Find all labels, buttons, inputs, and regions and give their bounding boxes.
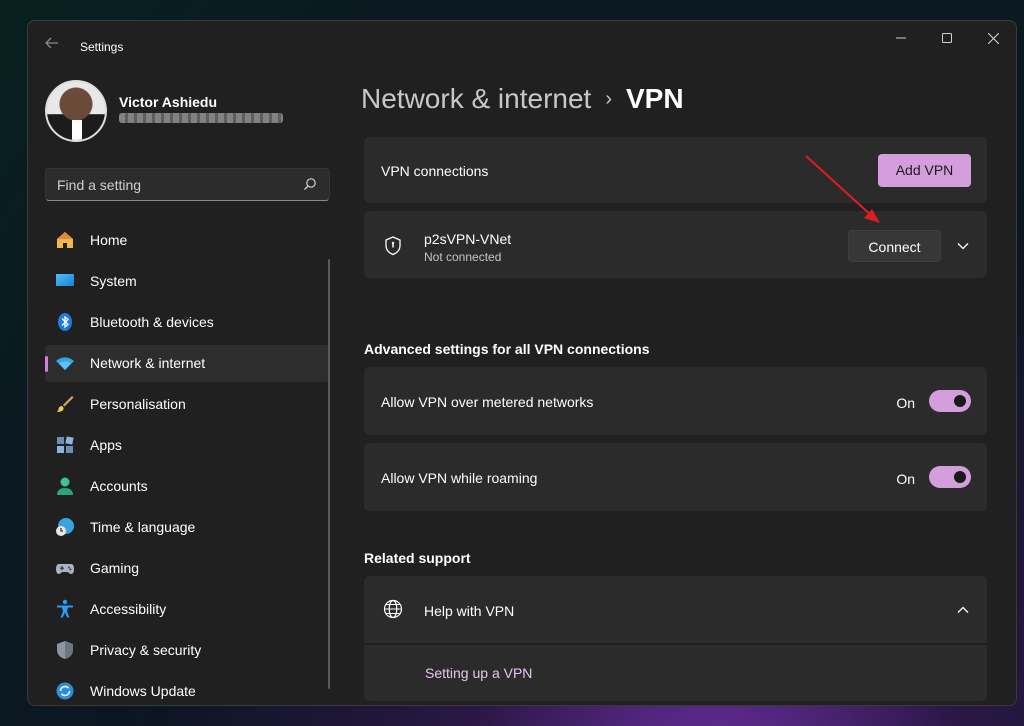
profile-email-redacted (119, 113, 283, 123)
search-icon (304, 178, 316, 190)
sidebar-item-label: Personalisation (90, 396, 186, 412)
sidebar-item-label: Accessibility (90, 601, 167, 617)
sidebar-item-label: Windows Update (90, 683, 196, 699)
sidebar-item-label: Home (90, 232, 128, 248)
breadcrumb: Network & internet › VPN (361, 83, 684, 115)
gamepad-icon (56, 564, 74, 574)
sidebar-nav: Home System Bluetooth & devices Network … (45, 222, 330, 705)
breadcrumb-parent[interactable]: Network & internet (361, 83, 591, 114)
page-title: VPN (626, 83, 684, 114)
globe-icon (383, 599, 403, 619)
sidebar-item-label: System (90, 273, 137, 289)
connect-button[interactable]: Connect (848, 230, 941, 262)
help-with-vpn-card: Help with VPN Setting up a VPN (364, 576, 987, 701)
sidebar-item-apps[interactable]: Apps (45, 427, 330, 464)
brush-icon (57, 396, 74, 412)
person-icon (57, 477, 73, 495)
sidebar-item-personalisation[interactable]: Personalisation (45, 386, 330, 423)
profile-name: Victor Ashiedu (119, 94, 218, 110)
sidebar-item-network[interactable]: Network & internet (45, 345, 330, 382)
roaming-setting: Allow VPN while roaming On (364, 443, 987, 511)
minimize-icon (896, 37, 906, 39)
close-button[interactable] (970, 21, 1016, 55)
sidebar-item-bluetooth[interactable]: Bluetooth & devices (45, 304, 330, 341)
sidebar-item-label: Accounts (90, 478, 148, 494)
maximize-button[interactable] (924, 21, 970, 55)
roaming-toggle[interactable] (929, 466, 971, 488)
sidebar-item-gaming[interactable]: Gaming (45, 550, 330, 587)
avatar (45, 80, 107, 142)
vpn-entry-card[interactable]: p2sVPN-VNet Not connected Connect (364, 211, 987, 278)
sidebar-item-accounts[interactable]: Accounts (45, 468, 330, 505)
toggle-state-label: On (896, 471, 915, 487)
search-input[interactable]: Find a setting (45, 168, 330, 201)
sidebar-item-time-language[interactable]: Time & language (45, 509, 330, 546)
metered-networks-setting: Allow VPN over metered networks On (364, 367, 987, 435)
sidebar-item-label: Gaming (90, 560, 140, 576)
vpn-connections-card: VPN connections Add VPN (364, 137, 987, 203)
vpn-connections-label: VPN connections (381, 163, 489, 179)
setting-label: Allow VPN over metered networks (381, 394, 594, 410)
setting-up-vpn-link[interactable]: Setting up a VPN (425, 665, 532, 681)
shield-icon (57, 641, 73, 659)
sidebar-item-system[interactable]: System (45, 263, 330, 300)
sidebar-item-label: Apps (90, 437, 122, 453)
toggle-knob (954, 471, 966, 483)
sidebar-item-label: Time & language (90, 519, 196, 535)
setting-label: Allow VPN while roaming (381, 470, 538, 486)
related-support-heading: Related support (364, 550, 471, 566)
chevron-up-icon[interactable] (956, 603, 970, 617)
update-icon (56, 682, 74, 700)
sidebar-item-windows-update[interactable]: Windows Update (45, 673, 330, 705)
advanced-settings-heading: Advanced settings for all VPN connection… (364, 341, 650, 357)
chevron-down-icon[interactable] (956, 239, 970, 253)
minimize-button[interactable] (878, 21, 924, 55)
toggle-state-label: On (896, 395, 915, 411)
help-body: Setting up a VPN (364, 645, 987, 701)
sidebar: Victor Ashiedu Find a setting Home Syste… (28, 69, 336, 705)
toggle-knob (954, 395, 966, 407)
sidebar-item-home[interactable]: Home (45, 222, 330, 259)
title-bar: Settings (28, 21, 1016, 69)
maximize-icon (942, 33, 952, 43)
sidebar-item-label: Privacy & security (90, 642, 202, 658)
vpn-name: p2sVPN-VNet (424, 231, 512, 247)
main-content: Network & internet › VPN VPN connections A… (336, 69, 1016, 705)
help-header[interactable]: Help with VPN (364, 576, 987, 643)
active-indicator (45, 356, 48, 372)
close-icon (987, 32, 999, 44)
app-title: Settings (80, 40, 124, 54)
add-vpn-button[interactable]: Add VPN (878, 154, 971, 187)
vpn-status: Not connected (424, 250, 502, 264)
apps-icon (57, 436, 74, 453)
breadcrumb-separator: › (605, 88, 612, 110)
bluetooth-icon (58, 313, 72, 331)
wifi-icon (56, 357, 74, 370)
arrow-left-icon (45, 37, 58, 49)
accessibility-icon (57, 599, 73, 618)
sidebar-item-accessibility[interactable]: Accessibility (45, 591, 330, 628)
home-icon (57, 232, 73, 248)
sidebar-scrollbar[interactable] (328, 259, 330, 689)
sidebar-item-label: Bluetooth & devices (90, 314, 214, 330)
sidebar-item-privacy[interactable]: Privacy & security (45, 632, 330, 669)
metered-networks-toggle[interactable] (929, 390, 971, 412)
help-label: Help with VPN (424, 603, 515, 619)
vpn-shield-icon (385, 236, 401, 256)
search-placeholder: Find a setting (57, 177, 142, 193)
back-button[interactable] (42, 35, 62, 55)
settings-window: Settings Victor Ashiedu Find a setting H… (27, 20, 1017, 706)
monitor-icon (56, 274, 74, 286)
globe-clock-icon (56, 518, 74, 536)
sidebar-item-label: Network & internet (90, 355, 206, 371)
